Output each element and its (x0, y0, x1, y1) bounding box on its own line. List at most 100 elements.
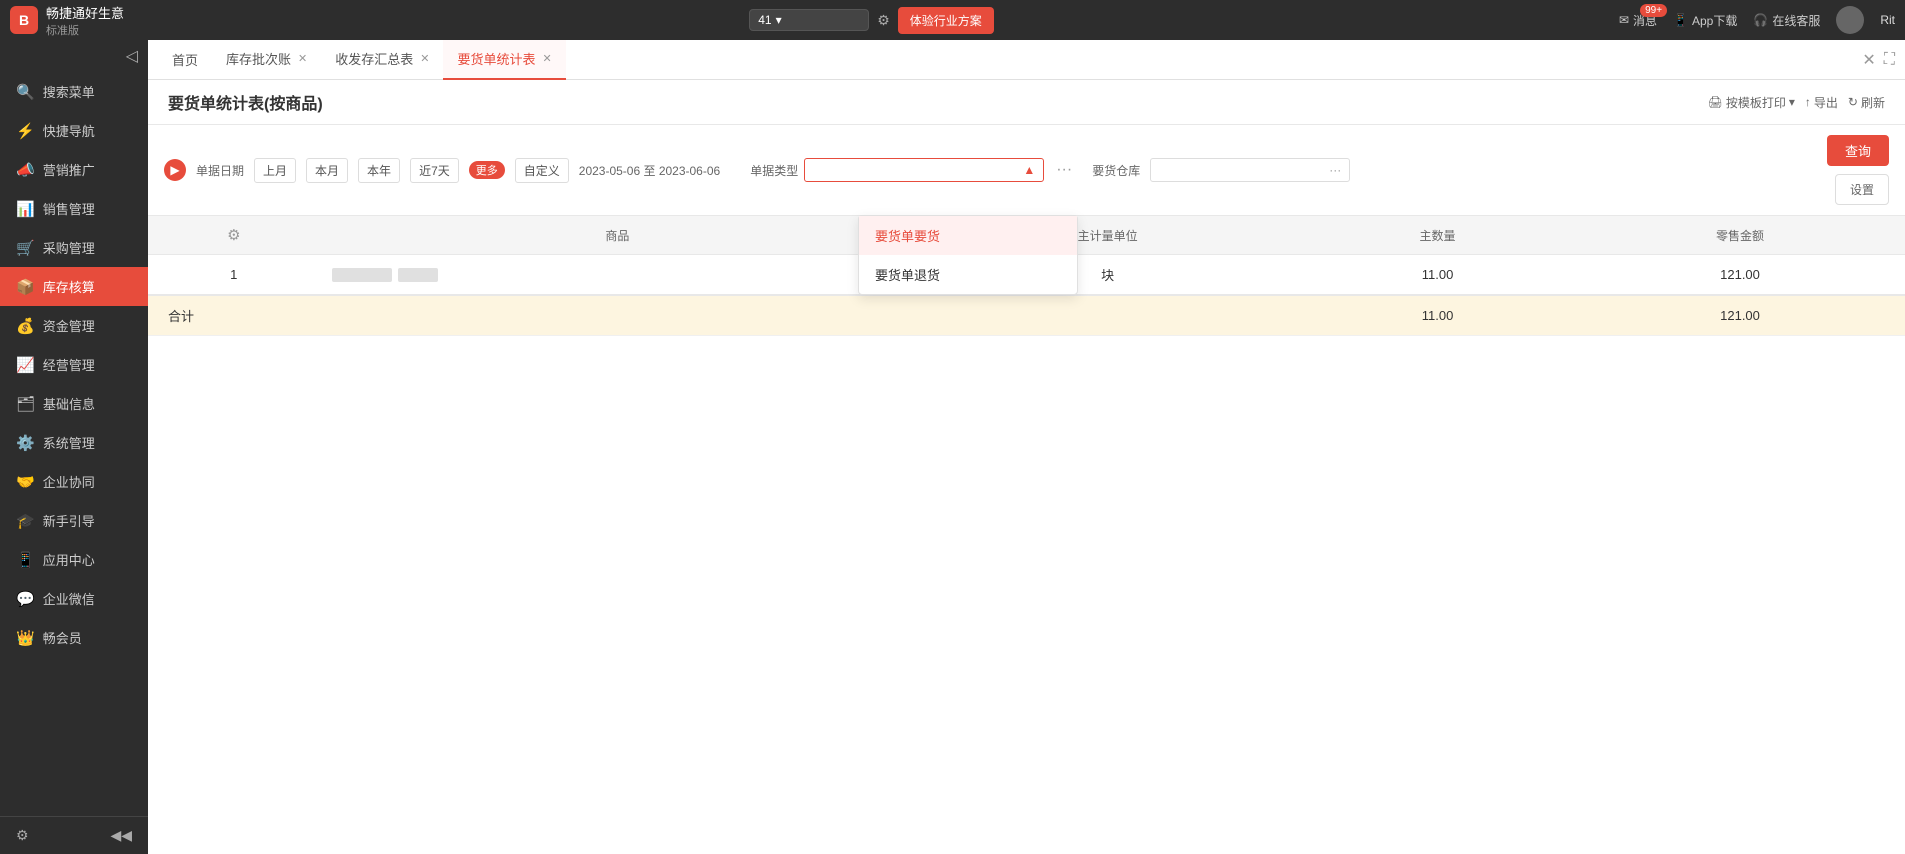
type-filter-input[interactable] (813, 163, 1019, 177)
settings-gear-icon[interactable]: ⚙ (877, 12, 890, 29)
custom-date-button[interactable]: 自定义 (515, 158, 569, 183)
dropdown-item-order-goods[interactable]: 要货单要货 (859, 216, 1077, 255)
headset-icon: 🎧 (1753, 13, 1768, 27)
sidebar-item-search[interactable]: 🔍 搜索菜单 (0, 72, 148, 111)
sidebar-collapse[interactable]: ◁ (0, 40, 148, 72)
type-select-caret: ▲ (1023, 163, 1035, 177)
content-area: 首页 库存批次账 ✕ 收发存汇总表 ✕ 要货单统计表 ✕ ✕ ⛶ 要货单统计表(… (148, 40, 1905, 854)
tab-home[interactable]: 首页 (158, 40, 212, 80)
page-title: 要货单统计表(按商品) (168, 90, 323, 114)
tab-home-label: 首页 (172, 50, 198, 69)
export-action[interactable]: ↑ 导出 (1805, 94, 1838, 111)
tab-close-inventory-batch[interactable]: ✕ (298, 52, 307, 65)
collapse-icon: ◁ (126, 46, 138, 66)
online-service-action[interactable]: 🎧 在线客服 (1753, 12, 1820, 29)
sidebar-item-basic[interactable]: 🗂 基础信息 (0, 384, 148, 423)
page-header: 要货单统计表(按商品) 🖨 按模板打印 ▾ ↑ 导出 ↻ 刷新 (148, 80, 1905, 125)
sidebar-item-guide[interactable]: 🎓 新手引导 (0, 501, 148, 540)
sidebar-item-wechat[interactable]: 💬 企业微信 (0, 579, 148, 618)
dropdown-item-order-return[interactable]: 要货单退货 (859, 255, 1077, 294)
sidebar-item-shortcut[interactable]: ⚡ 快捷导航 (0, 111, 148, 150)
warehouse-filter-select[interactable]: ··· (1150, 158, 1350, 182)
tab-close-order-stats[interactable]: ✕ (543, 52, 552, 65)
sidebar-label-search: 搜索菜单 (43, 82, 95, 101)
tab-inventory-batch[interactable]: 库存批次账 ✕ (212, 40, 321, 80)
export-icon: ↑ (1805, 95, 1811, 109)
tab-inventory-batch-label: 库存批次账 (226, 49, 291, 68)
sidebar-item-purchase[interactable]: 🛒 采购管理 (0, 228, 148, 267)
sidebar-item-vip[interactable]: 👑 畅会员 (0, 618, 148, 657)
filter-expand-button[interactable]: ▶ (164, 159, 186, 181)
type-filter-select[interactable]: ▲ (804, 158, 1044, 182)
tab-action-expand-icon[interactable]: ⛶ (1884, 51, 1895, 69)
tab-close-stock-summary[interactable]: ✕ (420, 52, 429, 65)
store-caret: ▾ (776, 13, 782, 27)
message-badge: 99+ (1640, 4, 1667, 17)
page-actions: 🖨 按模板打印 ▾ ↑ 导出 ↻ 刷新 (1708, 94, 1885, 111)
sidebar-label-finance: 资金管理 (43, 316, 95, 335)
tab-order-stats[interactable]: 要货单统计表 ✕ (443, 40, 565, 80)
messages-action[interactable]: ✉ 消息 99+ (1619, 12, 1657, 29)
sidebar-item-sales[interactable]: 📊 销售管理 (0, 189, 148, 228)
search-icon: 🔍 (16, 83, 35, 101)
cell-product-1 (320, 255, 916, 296)
warehouse-filter-label: 要货仓库 (1092, 162, 1140, 179)
sidebar-label-apps: 应用中心 (43, 550, 95, 569)
sidebar-item-operation[interactable]: 📈 经营管理 (0, 345, 148, 384)
print-caret: ▾ (1789, 95, 1795, 109)
product-placeholder-2 (398, 268, 438, 282)
type-more-icon[interactable]: ··· (1056, 161, 1072, 179)
header-right: ✉ 消息 99+ 📱 App下载 🎧 在线客服 Rit (1619, 6, 1895, 34)
basic-icon: 🗂 (16, 395, 35, 413)
main-layout: ◁ 🔍 搜索菜单 ⚡ 快捷导航 📣 营销推广 📊 销售管理 🛒 采购管理 📦 库… (0, 0, 1905, 854)
date-btn-prev-month[interactable]: 上月 (254, 158, 296, 183)
total-label: 合计 (148, 295, 915, 336)
refresh-action[interactable]: ↻ 刷新 (1848, 94, 1885, 111)
sidebar-item-system[interactable]: ⚙️ 系统管理 (0, 423, 148, 462)
app-name: 畅捷通好生意 (46, 3, 124, 22)
tab-stock-summary[interactable]: 收发存汇总表 ✕ (321, 40, 443, 80)
sidebar-item-apps[interactable]: 📱 应用中心 (0, 540, 148, 579)
date-btn-this-month[interactable]: 本月 (306, 158, 348, 183)
print-icon: 🖨 (1708, 95, 1723, 109)
inventory-icon: 📦 (16, 278, 35, 296)
tab-action-close-icon[interactable]: ✕ (1862, 50, 1875, 70)
cell-quantity-1: 11.00 (1300, 255, 1575, 296)
app-download-label: App下载 (1692, 12, 1737, 29)
print-label: 按模板打印 (1726, 94, 1786, 111)
total-unit (915, 295, 1300, 336)
sidebar-item-enterprise[interactable]: 🤝 企业协同 (0, 462, 148, 501)
total-quantity: 11.00 (1300, 295, 1575, 336)
date-btn-this-year[interactable]: 本年 (358, 158, 400, 183)
cell-no-1: 1 (148, 255, 320, 296)
query-button[interactable]: 查询 (1827, 135, 1889, 166)
sidebar-label-guide: 新手引导 (43, 511, 95, 530)
user-name: Rit (1880, 13, 1895, 27)
store-selector[interactable]: 41 ▾ (749, 9, 869, 31)
refresh-label: 刷新 (1861, 94, 1885, 111)
footer-settings-icon[interactable]: ⚙ (16, 827, 29, 844)
warehouse-more-icon: ··· (1329, 163, 1341, 177)
sidebar-footer: ⚙ ◀◀ (0, 816, 148, 854)
sidebar-label-system: 系统管理 (43, 433, 95, 452)
more-dates-button[interactable]: 更多 (469, 161, 505, 179)
col-settings-icon[interactable]: ⚙ (227, 227, 240, 244)
date-btn-7days[interactable]: 近7天 (410, 158, 459, 183)
sidebar-item-inventory[interactable]: 📦 库存核算 (0, 267, 148, 306)
col-product: 商品 (320, 216, 916, 255)
type-filter-section: 单据类型 ▲ ··· (750, 158, 1072, 182)
industry-button[interactable]: 体验行业方案 (898, 7, 994, 34)
purchase-icon: 🛒 (16, 239, 35, 257)
sidebar-item-marketing[interactable]: 📣 营销推广 (0, 150, 148, 189)
set-button[interactable]: 设置 (1835, 174, 1889, 205)
footer-collapse-icon[interactable]: ◀◀ (110, 827, 132, 844)
user-avatar[interactable] (1836, 6, 1864, 34)
print-action[interactable]: 🖨 按模板打印 ▾ (1708, 94, 1795, 111)
mobile-icon: 📱 (1673, 13, 1688, 27)
table-total-row: 合计 11.00 121.00 (148, 295, 1905, 336)
app-download-action[interactable]: 📱 App下载 (1673, 12, 1737, 29)
product-placeholder-1 (332, 268, 392, 282)
sidebar-item-finance[interactable]: 💰 资金管理 (0, 306, 148, 345)
sidebar-label-shortcut: 快捷导航 (43, 121, 95, 140)
type-dropdown: 要货单要货 要货单退货 (858, 215, 1078, 295)
